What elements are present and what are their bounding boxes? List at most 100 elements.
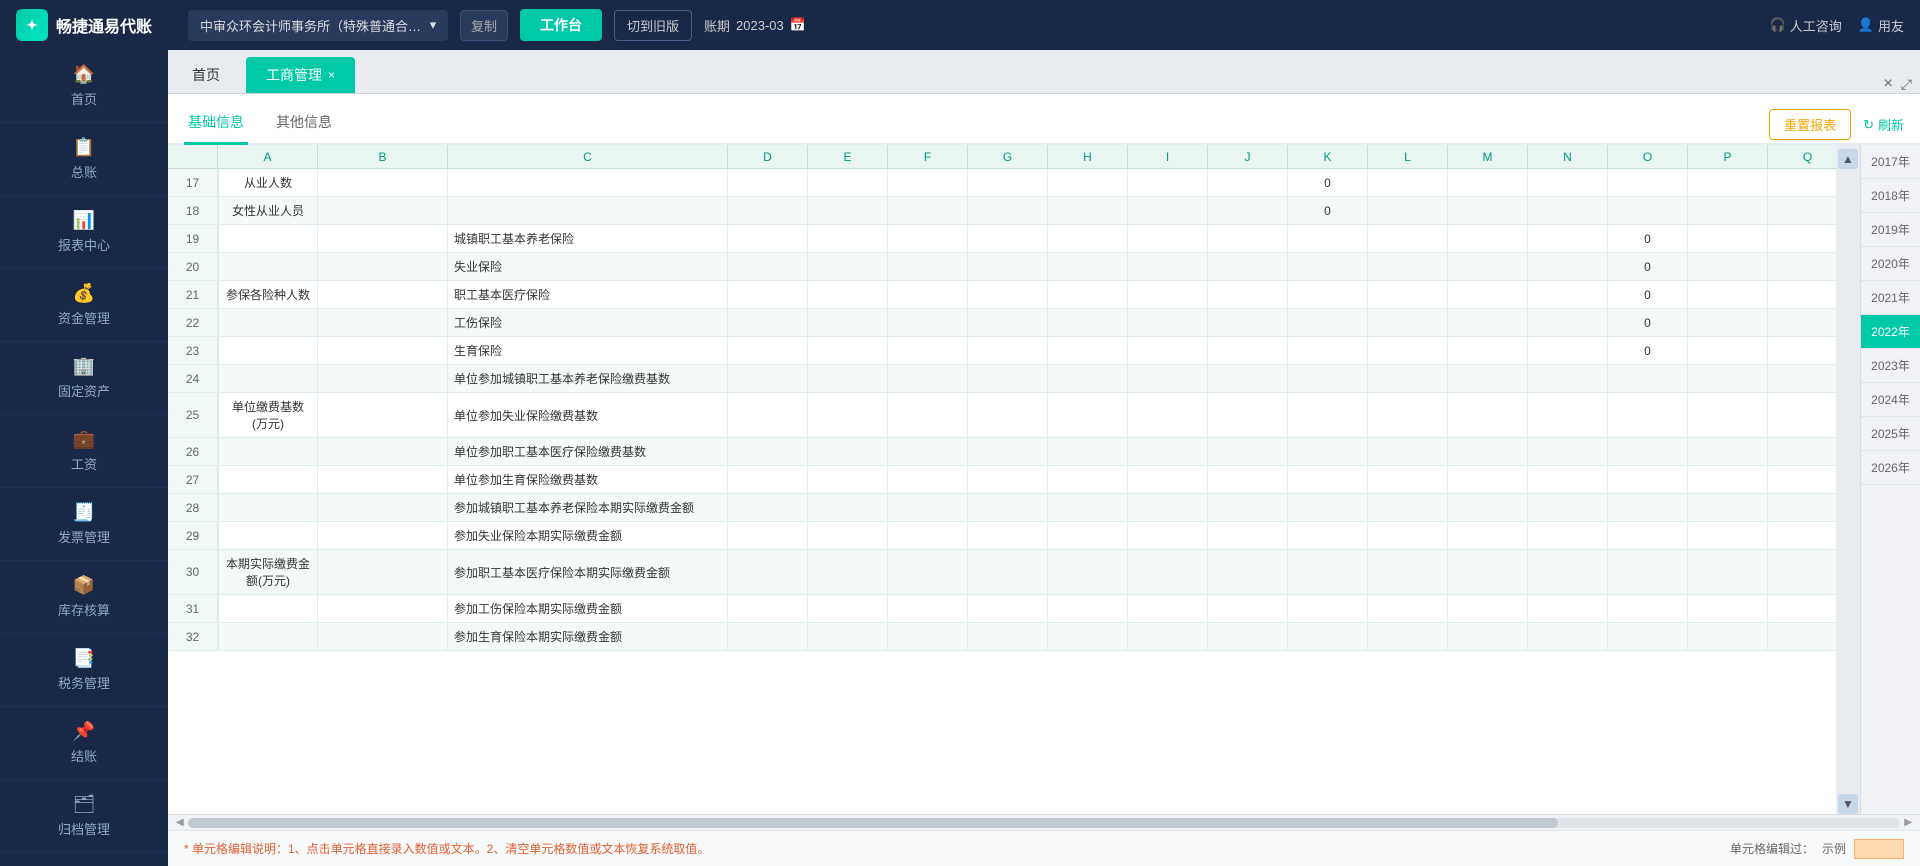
cell-col-d[interactable]: [728, 197, 808, 225]
cell-col-e[interactable]: [808, 169, 888, 197]
cell-col-q[interactable]: [1768, 466, 1836, 494]
cell-col-d[interactable]: [728, 253, 808, 281]
sidebar-item-salary[interactable]: 💼 工资: [0, 415, 168, 488]
cell-col-n[interactable]: [1528, 365, 1608, 393]
year-item[interactable]: 2023年: [1861, 349, 1920, 383]
subtab-basic-info[interactable]: 基础信息: [184, 106, 248, 145]
year-item[interactable]: 2024年: [1861, 383, 1920, 417]
cell-col-g[interactable]: [968, 309, 1048, 337]
cell-col-e[interactable]: [808, 365, 888, 393]
cell-col-f[interactable]: [888, 169, 968, 197]
cell-col-e[interactable]: [808, 494, 888, 522]
cell-col-e[interactable]: [808, 309, 888, 337]
sidebar-item-assets[interactable]: 🏢 固定资产: [0, 342, 168, 415]
cell-col-n[interactable]: [1528, 169, 1608, 197]
cell-col-m[interactable]: [1448, 365, 1528, 393]
cell-col-o[interactable]: 0: [1608, 281, 1688, 309]
cell-col-k[interactable]: [1288, 466, 1368, 494]
cell-col-n[interactable]: [1528, 309, 1608, 337]
cell-col-c[interactable]: [448, 169, 728, 197]
cell-col-q[interactable]: [1768, 253, 1836, 281]
cell-col-m[interactable]: [1448, 393, 1528, 438]
year-item[interactable]: 2017年: [1861, 145, 1920, 179]
cell-col-q[interactable]: [1768, 393, 1836, 438]
cell-col-k[interactable]: [1288, 253, 1368, 281]
cell-col-g[interactable]: [968, 365, 1048, 393]
cell-col-a[interactable]: [218, 309, 318, 337]
cell-col-q[interactable]: [1768, 337, 1836, 365]
cell-col-p[interactable]: [1688, 225, 1768, 253]
cell-col-d[interactable]: [728, 595, 808, 623]
cell-col-j[interactable]: [1208, 309, 1288, 337]
cell-col-c[interactable]: 单位参加职工基本医疗保险缴费基数: [448, 438, 728, 466]
cell-col-b[interactable]: [318, 169, 448, 197]
cell-col-m[interactable]: [1448, 466, 1528, 494]
scroll-left-arrow[interactable]: ◀: [172, 817, 188, 828]
cell-col-l[interactable]: [1368, 438, 1448, 466]
cell-col-i[interactable]: [1128, 253, 1208, 281]
cell-col-a[interactable]: 单位缴费基数(万元): [218, 393, 318, 438]
cell-col-k[interactable]: [1288, 281, 1368, 309]
cell-col-h[interactable]: [1048, 365, 1128, 393]
cell-col-b[interactable]: [318, 281, 448, 309]
cell-col-f[interactable]: [888, 595, 968, 623]
tab-business[interactable]: 工商管理 ×: [246, 57, 355, 93]
cell-col-j[interactable]: [1208, 253, 1288, 281]
cell-col-p[interactable]: [1688, 169, 1768, 197]
sidebar-item-ledger[interactable]: 📋 总账: [0, 123, 168, 196]
cell-col-d[interactable]: [728, 365, 808, 393]
cell-col-g[interactable]: [968, 281, 1048, 309]
sidebar-item-settings[interactable]: ⚙️ 设置: [0, 853, 168, 866]
cell-col-g[interactable]: [968, 522, 1048, 550]
cell-col-k[interactable]: [1288, 365, 1368, 393]
cell-col-c[interactable]: 单位参加失业保险缴费基数: [448, 393, 728, 438]
cell-col-d[interactable]: [728, 550, 808, 595]
cell-col-d[interactable]: [728, 466, 808, 494]
cell-col-q[interactable]: [1768, 169, 1836, 197]
cell-col-f[interactable]: [888, 550, 968, 595]
cell-col-p[interactable]: [1688, 494, 1768, 522]
refresh-button[interactable]: ↻ 刷新: [1863, 115, 1904, 134]
cell-col-i[interactable]: [1128, 225, 1208, 253]
cell-col-b[interactable]: [318, 337, 448, 365]
cell-col-q[interactable]: [1768, 494, 1836, 522]
cell-col-p[interactable]: [1688, 466, 1768, 494]
cell-col-j[interactable]: [1208, 393, 1288, 438]
cell-col-h[interactable]: [1048, 550, 1128, 595]
cell-col-n[interactable]: [1528, 393, 1608, 438]
cell-col-h[interactable]: [1048, 225, 1128, 253]
cell-col-i[interactable]: [1128, 623, 1208, 651]
cell-col-i[interactable]: [1128, 595, 1208, 623]
cell-col-a[interactable]: 女性从业人员: [218, 197, 318, 225]
cell-col-q[interactable]: [1768, 550, 1836, 595]
cell-col-l[interactable]: [1368, 337, 1448, 365]
cell-col-a[interactable]: [218, 595, 318, 623]
cell-col-l[interactable]: [1368, 225, 1448, 253]
cell-col-c[interactable]: 单位参加城镇职工基本养老保险缴费基数: [448, 365, 728, 393]
cell-col-j[interactable]: [1208, 550, 1288, 595]
cell-col-h[interactable]: [1048, 337, 1128, 365]
cell-col-p[interactable]: [1688, 623, 1768, 651]
cell-col-l[interactable]: [1368, 494, 1448, 522]
cell-col-i[interactable]: [1128, 337, 1208, 365]
cell-col-n[interactable]: [1528, 197, 1608, 225]
cell-col-o[interactable]: [1608, 466, 1688, 494]
calendar-icon[interactable]: 📅: [790, 17, 806, 33]
cell-col-b[interactable]: [318, 623, 448, 651]
cell-col-d[interactable]: [728, 169, 808, 197]
cell-col-g[interactable]: [968, 197, 1048, 225]
year-scroll-down[interactable]: ▼: [1838, 794, 1858, 814]
cell-col-e[interactable]: [808, 197, 888, 225]
cell-col-n[interactable]: [1528, 494, 1608, 522]
cell-col-m[interactable]: [1448, 225, 1528, 253]
cell-col-l[interactable]: [1368, 365, 1448, 393]
cell-col-p[interactable]: [1688, 309, 1768, 337]
cell-col-c[interactable]: 参加失业保险本期实际缴费金额: [448, 522, 728, 550]
sidebar-item-close[interactable]: 📌 结账: [0, 707, 168, 780]
cell-col-q[interactable]: [1768, 522, 1836, 550]
cell-col-m[interactable]: [1448, 438, 1528, 466]
cell-col-h[interactable]: [1048, 309, 1128, 337]
cell-col-h[interactable]: [1048, 253, 1128, 281]
cell-col-e[interactable]: [808, 522, 888, 550]
cell-col-d[interactable]: [728, 522, 808, 550]
